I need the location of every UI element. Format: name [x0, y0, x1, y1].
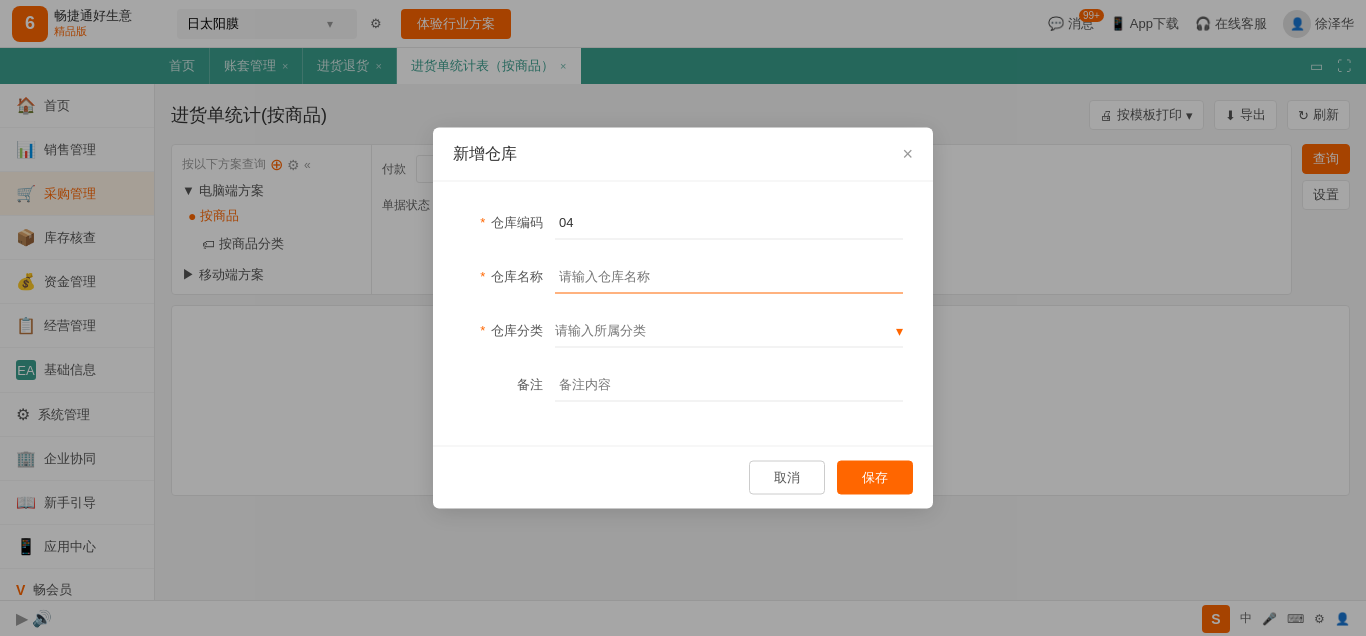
category-select-input[interactable] [555, 323, 896, 338]
form-row-code: * 仓库编码 [463, 206, 903, 240]
add-warehouse-modal: 新增仓库 × * 仓库编码 * 仓库名称 * 仓库分类 [433, 128, 933, 509]
required-star-name: * [480, 269, 485, 284]
form-row-name: * 仓库名称 [463, 260, 903, 294]
save-button[interactable]: 保存 [837, 461, 913, 495]
notes-label: 备注 [463, 376, 543, 394]
warehouse-code-input[interactable] [555, 206, 903, 240]
warehouse-notes-input[interactable] [555, 368, 903, 402]
code-label: * 仓库编码 [463, 214, 543, 232]
cancel-button[interactable]: 取消 [749, 461, 825, 495]
modal-close-button[interactable]: × [902, 144, 913, 165]
modal-title: 新增仓库 [453, 144, 517, 165]
category-dropdown-icon: ▾ [896, 322, 903, 338]
form-row-notes: 备注 [463, 368, 903, 402]
category-label: * 仓库分类 [463, 322, 543, 340]
required-star-category: * [480, 323, 485, 338]
name-label: * 仓库名称 [463, 268, 543, 286]
warehouse-name-input[interactable] [555, 260, 903, 294]
form-row-category: * 仓库分类 ▾ [463, 314, 903, 348]
warehouse-category-select[interactable]: ▾ [555, 314, 903, 348]
modal-footer: 取消 保存 [433, 446, 933, 509]
modal-body: * 仓库编码 * 仓库名称 * 仓库分类 ▾ 备注 [433, 182, 933, 446]
modal-header: 新增仓库 × [433, 128, 933, 182]
required-star-code: * [480, 215, 485, 230]
